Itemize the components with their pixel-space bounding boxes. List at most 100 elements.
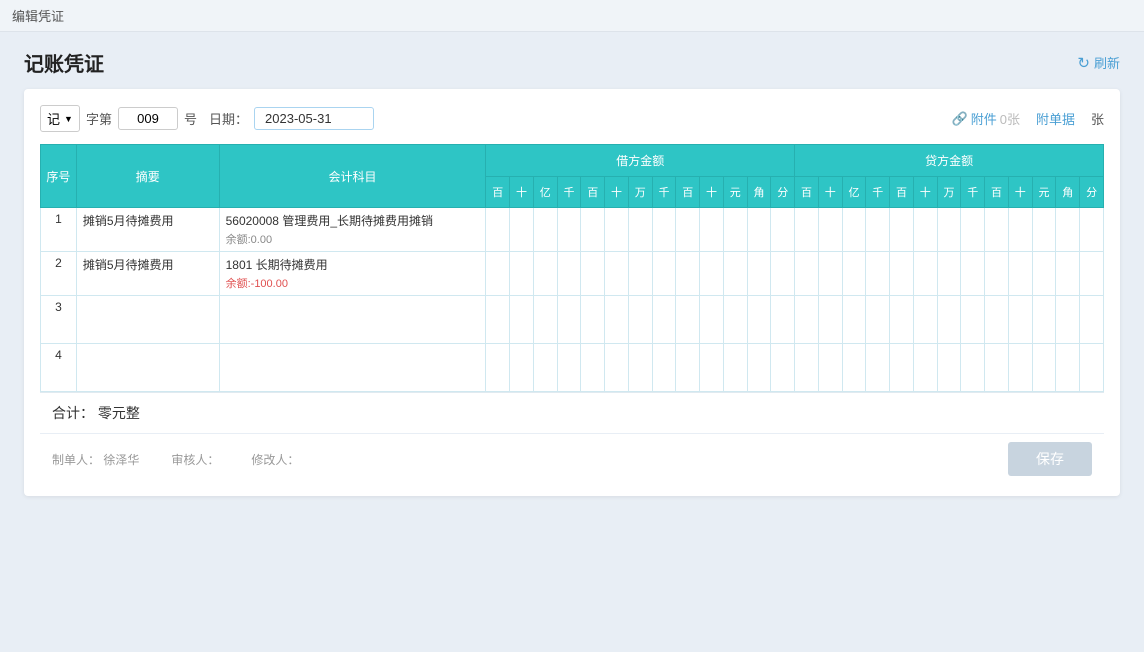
- row2-c11[interactable]: [1032, 252, 1056, 296]
- row3-c1[interactable]: [795, 296, 819, 344]
- row2-c9[interactable]: [985, 252, 1009, 296]
- row3-c11[interactable]: [1032, 296, 1056, 344]
- row4-d7[interactable]: [628, 344, 652, 392]
- voucher-type-select[interactable]: 记 ▼: [40, 105, 80, 132]
- row4-summary[interactable]: [76, 344, 219, 392]
- row4-d13[interactable]: [771, 344, 795, 392]
- row2-c3[interactable]: [842, 252, 866, 296]
- row4-c12[interactable]: [1056, 344, 1080, 392]
- row2-d8[interactable]: [652, 252, 676, 296]
- row4-d2[interactable]: [510, 344, 534, 392]
- row2-d10[interactable]: [700, 252, 724, 296]
- row2-c1[interactable]: [795, 252, 819, 296]
- row4-d12[interactable]: [747, 344, 771, 392]
- row4-c2[interactable]: [818, 344, 842, 392]
- row2-c12[interactable]: [1056, 252, 1080, 296]
- row2-d12[interactable]: [747, 252, 771, 296]
- row1-d12[interactable]: [747, 208, 771, 252]
- row1-account[interactable]: 56020008 管理费用_长期待摊费用摊销 余额:0.00: [219, 208, 486, 252]
- row3-d5[interactable]: [581, 296, 605, 344]
- row1-c4[interactable]: [866, 208, 890, 252]
- date-input[interactable]: [254, 107, 374, 130]
- row1-c2[interactable]: [818, 208, 842, 252]
- row1-d13[interactable]: [771, 208, 795, 252]
- row2-c10[interactable]: [1008, 252, 1032, 296]
- row4-c5[interactable]: [890, 344, 914, 392]
- row2-d9[interactable]: [676, 252, 700, 296]
- row4-c3[interactable]: [842, 344, 866, 392]
- row3-d10[interactable]: [700, 296, 724, 344]
- row1-c5[interactable]: [890, 208, 914, 252]
- row1-c13[interactable]: [1080, 208, 1104, 252]
- row1-c8[interactable]: [961, 208, 985, 252]
- row1-d7[interactable]: [628, 208, 652, 252]
- row4-c9[interactable]: [985, 344, 1009, 392]
- row2-d4[interactable]: [557, 252, 581, 296]
- row1-c3[interactable]: [842, 208, 866, 252]
- row1-c1[interactable]: [795, 208, 819, 252]
- row2-d11[interactable]: [723, 252, 747, 296]
- save-button[interactable]: 保存: [1008, 442, 1092, 476]
- row3-d2[interactable]: [510, 296, 534, 344]
- row2-c5[interactable]: [890, 252, 914, 296]
- row1-c6[interactable]: [913, 208, 937, 252]
- row2-c7[interactable]: [937, 252, 961, 296]
- row3-d12[interactable]: [747, 296, 771, 344]
- row3-d9[interactable]: [676, 296, 700, 344]
- row3-d4[interactable]: [557, 296, 581, 344]
- row2-d6[interactable]: [605, 252, 629, 296]
- row1-d11[interactable]: [723, 208, 747, 252]
- row1-d2[interactable]: [510, 208, 534, 252]
- row1-c12[interactable]: [1056, 208, 1080, 252]
- row3-c9[interactable]: [985, 296, 1009, 344]
- attach-doc-link[interactable]: 附单据: [1036, 109, 1075, 128]
- row4-c4[interactable]: [866, 344, 890, 392]
- row4-d1[interactable]: [486, 344, 510, 392]
- row1-d9[interactable]: [676, 208, 700, 252]
- row4-d10[interactable]: [700, 344, 724, 392]
- row1-d4[interactable]: [557, 208, 581, 252]
- attach-link[interactable]: 🔗 附件 0张: [952, 109, 1020, 128]
- refresh-button[interactable]: ↻ 刷新: [1077, 53, 1120, 72]
- row2-c6[interactable]: [913, 252, 937, 296]
- row1-d5[interactable]: [581, 208, 605, 252]
- row1-c9[interactable]: [985, 208, 1009, 252]
- row3-d1[interactable]: [486, 296, 510, 344]
- row1-summary[interactable]: 摊销5月待摊费用: [76, 208, 219, 252]
- row3-c4[interactable]: [866, 296, 890, 344]
- row1-d6[interactable]: [605, 208, 629, 252]
- row4-d8[interactable]: [652, 344, 676, 392]
- row2-c2[interactable]: [818, 252, 842, 296]
- row3-d7[interactable]: [628, 296, 652, 344]
- row4-c13[interactable]: [1080, 344, 1104, 392]
- row4-c1[interactable]: [795, 344, 819, 392]
- row4-c11[interactable]: [1032, 344, 1056, 392]
- row3-account[interactable]: [219, 296, 486, 344]
- row3-d6[interactable]: [605, 296, 629, 344]
- row4-c6[interactable]: [913, 344, 937, 392]
- row1-d1[interactable]: [486, 208, 510, 252]
- row4-d4[interactable]: [557, 344, 581, 392]
- row3-summary[interactable]: [76, 296, 219, 344]
- row3-c2[interactable]: [818, 296, 842, 344]
- row4-account[interactable]: [219, 344, 486, 392]
- row2-d1[interactable]: [486, 252, 510, 296]
- row3-d11[interactable]: [723, 296, 747, 344]
- row4-c10[interactable]: [1008, 344, 1032, 392]
- row4-d5[interactable]: [581, 344, 605, 392]
- row3-c5[interactable]: [890, 296, 914, 344]
- row4-d11[interactable]: [723, 344, 747, 392]
- row2-c4[interactable]: [866, 252, 890, 296]
- row1-c11[interactable]: [1032, 208, 1056, 252]
- row2-c13[interactable]: [1080, 252, 1104, 296]
- row1-d10[interactable]: [700, 208, 724, 252]
- row4-c7[interactable]: [937, 344, 961, 392]
- row3-c3[interactable]: [842, 296, 866, 344]
- row2-d13[interactable]: [771, 252, 795, 296]
- row2-summary[interactable]: 摊销5月待摊费用: [76, 252, 219, 296]
- row1-d3[interactable]: [533, 208, 557, 252]
- row2-d2[interactable]: [510, 252, 534, 296]
- row4-d6[interactable]: [605, 344, 629, 392]
- voucher-number-input[interactable]: [118, 107, 178, 130]
- row1-c10[interactable]: [1008, 208, 1032, 252]
